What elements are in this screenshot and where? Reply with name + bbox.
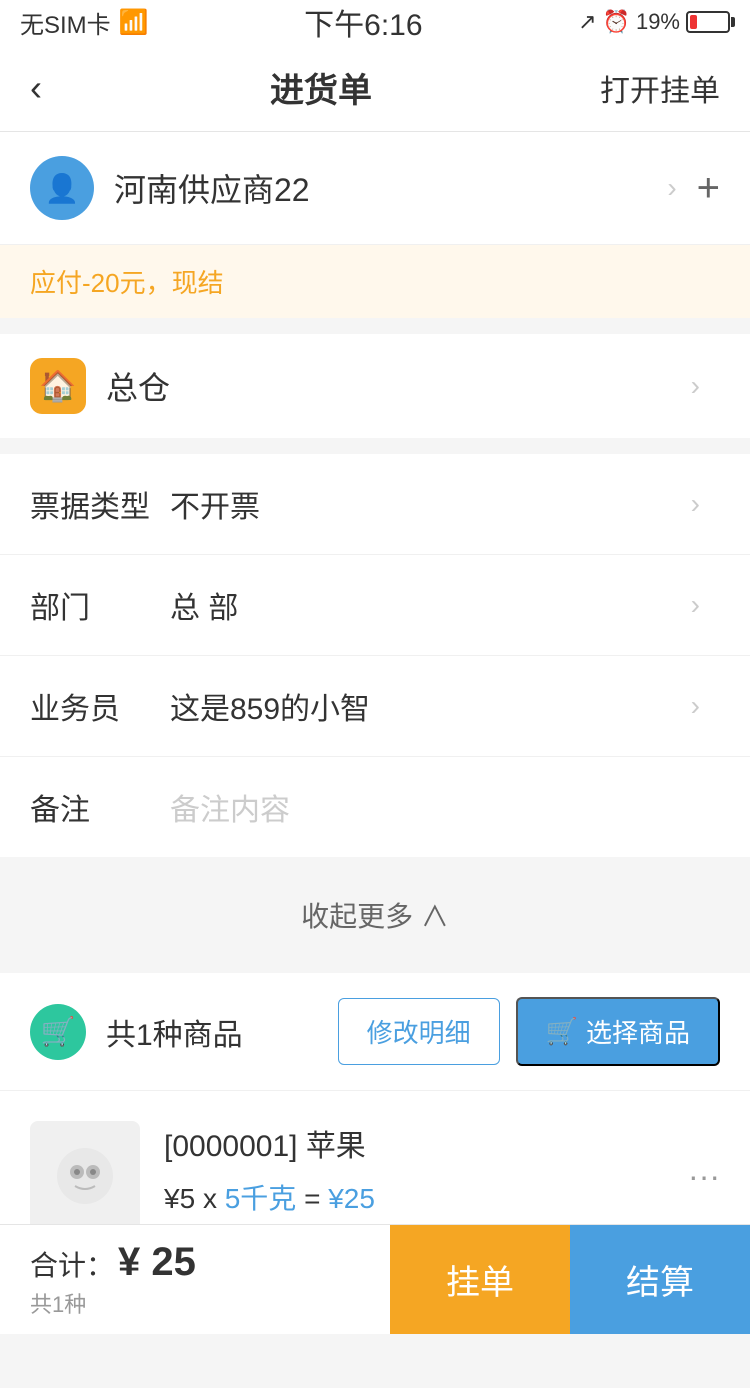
supplier-section: 👤 河南供应商22 › + 应付-20元，现结 xyxy=(0,132,750,318)
total-price: ¥25 xyxy=(328,1183,375,1214)
wifi-icon: 📶 xyxy=(119,8,149,37)
status-bar: 无SIM卡 📶 下午6:16 ↗ ⏰ 19% xyxy=(0,0,750,44)
product-id: [0000001] xyxy=(164,1130,297,1163)
sales-label: 业务员 xyxy=(30,684,170,728)
department-label: 部门 xyxy=(30,583,170,627)
remark-input[interactable]: 备注内容 xyxy=(170,785,720,829)
department-value: 总 部 xyxy=(170,583,691,627)
equals-sign: = xyxy=(304,1183,328,1214)
warehouse-icon: 🏠 xyxy=(30,358,86,414)
select-icon: 🛒 xyxy=(546,1016,578,1047)
price-separator: x xyxy=(203,1183,225,1214)
warehouse-section: 🏠 总仓 › xyxy=(0,334,750,438)
products-section: 🛒 共1种商品 修改明细 🛒 选择商品 xyxy=(0,973,750,1262)
warehouse-row[interactable]: 🏠 总仓 › xyxy=(0,334,750,438)
time-display: 下午6:16 xyxy=(304,0,422,44)
product-name: [0000001] 苹果 xyxy=(164,1121,688,1165)
product-price: ¥5 x 5千克 = ¥25 xyxy=(164,1177,688,1217)
product-thumb-inner xyxy=(45,1136,125,1216)
select-label: 选择商品 xyxy=(586,1013,690,1050)
collapse-button[interactable]: 收起更多 ∧ xyxy=(0,873,750,957)
invoice-chevron-icon: › xyxy=(691,488,700,520)
warehouse-chevron-icon: › xyxy=(691,370,700,402)
nav-bar: ‹ 进货单 打开挂单 xyxy=(0,44,750,132)
invoice-value: 不开票 xyxy=(170,482,691,526)
product-thumbnail xyxy=(30,1121,140,1231)
avatar-icon: 👤 xyxy=(45,172,80,205)
supplier-avatar: 👤 xyxy=(30,156,94,220)
product-title: 苹果 xyxy=(306,1130,366,1163)
product-cart-icon: 🛒 xyxy=(30,1004,86,1060)
carrier-text: 无SIM卡 xyxy=(20,5,111,40)
edit-detail-button[interactable]: 修改明细 xyxy=(338,998,500,1065)
invoice-label: 票据类型 xyxy=(30,482,170,526)
product-more-button[interactable]: ··· xyxy=(688,1158,720,1195)
hang-button[interactable]: 挂单 xyxy=(390,1225,570,1334)
supplier-name: 河南供应商22 xyxy=(114,165,667,211)
form-section: 票据类型 不开票 › 部门 总 部 › 业务员 这是859的小智 › 备注 备注… xyxy=(0,454,750,857)
checkout-button[interactable]: 结算 xyxy=(570,1225,750,1334)
product-info: [0000001] 苹果 ¥5 x 5千克 = ¥25 xyxy=(164,1121,688,1217)
back-button[interactable]: ‹ xyxy=(30,67,42,109)
department-chevron-icon: › xyxy=(691,589,700,621)
total-label: 合计： xyxy=(30,1244,114,1284)
page-title: 进货单 xyxy=(270,63,372,112)
alarm-icon: ⏰ xyxy=(603,9,630,35)
battery-percent: 19% xyxy=(636,9,680,35)
select-product-button[interactable]: 🛒 选择商品 xyxy=(516,997,720,1066)
total-amount: ¥ 25 xyxy=(118,1240,196,1285)
supplier-row[interactable]: 👤 河南供应商22 › + xyxy=(0,132,750,245)
unit-price: ¥5 xyxy=(164,1183,195,1214)
supplier-chevron-icon: › xyxy=(667,172,676,204)
quantity: 5千克 xyxy=(225,1183,297,1214)
product-count: 共1种商品 xyxy=(106,1010,338,1054)
warehouse-name: 总仓 xyxy=(106,363,691,409)
sales-chevron-icon: › xyxy=(691,690,700,722)
location-icon: ↗ xyxy=(578,9,596,35)
department-row[interactable]: 部门 总 部 › xyxy=(0,555,750,656)
add-supplier-button[interactable]: + xyxy=(697,166,720,211)
supplier-notice: 应付-20元，现结 xyxy=(0,245,750,318)
product-header: 🛒 共1种商品 修改明细 🛒 选择商品 xyxy=(0,973,750,1091)
status-bar-left: 无SIM卡 📶 xyxy=(20,5,149,40)
status-bar-right: ↗ ⏰ 19% xyxy=(578,9,730,35)
battery-icon xyxy=(686,11,730,33)
battery-fill xyxy=(690,15,697,29)
bottom-bar: 合计： ¥ 25 共1种 挂单 结算 xyxy=(0,1224,750,1334)
total-sub: 共1种 xyxy=(30,1287,360,1319)
invoice-row[interactable]: 票据类型 不开票 › xyxy=(0,454,750,555)
remark-row[interactable]: 备注 备注内容 xyxy=(0,757,750,857)
remark-label: 备注 xyxy=(30,785,170,829)
sales-row[interactable]: 业务员 这是859的小智 › xyxy=(0,656,750,757)
open-pending-button[interactable]: 打开挂单 xyxy=(600,66,720,110)
total-section: 合计： ¥ 25 共1种 xyxy=(0,1225,390,1334)
sales-value: 这是859的小智 xyxy=(170,684,691,728)
